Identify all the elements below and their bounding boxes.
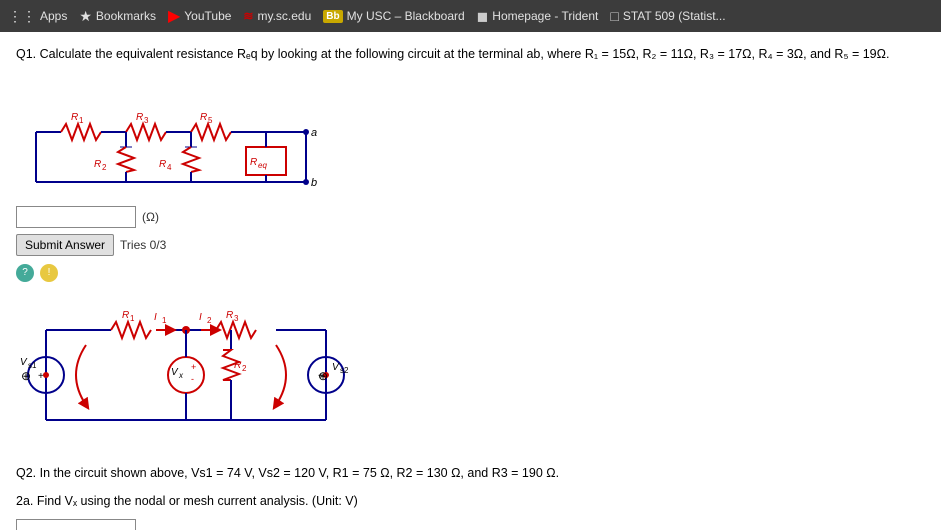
q1-submit-row: Submit Answer Tries 0/3 (16, 234, 925, 256)
svg-text:R: R (250, 157, 257, 168)
svg-text:1: 1 (79, 116, 84, 125)
svg-text:2: 2 (102, 163, 107, 172)
tab-youtube[interactable]: ▶ YouTube (168, 6, 231, 26)
q1-submit-button[interactable]: Submit Answer (16, 234, 114, 256)
svg-text:1: 1 (162, 316, 167, 325)
svg-text:5: 5 (208, 116, 213, 125)
svg-text:R: R (94, 159, 101, 170)
q1-circuit: a b R eq R 1 R 3 R (16, 72, 925, 198)
q1-answer-section: (Ω) (16, 206, 925, 228)
star-icon: ★ (79, 8, 92, 25)
q2-circuit-svg: + V s1 ⊕ + V s2 ⊕ R 1 I 1 I (16, 290, 356, 450)
svg-text:s2: s2 (340, 366, 349, 375)
svg-text:V: V (171, 367, 179, 378)
svg-text:3: 3 (234, 314, 239, 323)
svg-text:I: I (199, 312, 202, 323)
q2-circuit: + V s1 ⊕ + V s2 ⊕ R 1 I 1 I (16, 290, 925, 456)
q1-tries: Tries 0/3 (120, 236, 166, 254)
q2a-answer-input[interactable] (16, 519, 136, 530)
youtube-icon: ▶ (168, 6, 180, 26)
doc-icon-stat: □ (610, 8, 618, 24)
svg-text:4: 4 (167, 163, 172, 172)
q2a-answer-section (16, 519, 925, 530)
svg-text:x: x (178, 371, 184, 380)
svg-text:a: a (311, 127, 317, 139)
svg-text:R: R (122, 310, 129, 321)
svg-text:I: I (154, 312, 157, 323)
sc-icon: ≋ (243, 9, 253, 23)
hint-icon-green[interactable]: ? (16, 264, 34, 282)
svg-text:+: + (191, 362, 196, 372)
tab-bookmarks[interactable]: ★ Bookmarks (79, 8, 156, 25)
svg-text:-: - (191, 374, 194, 384)
svg-text:2: 2 (242, 364, 247, 373)
svg-text:⊕: ⊕ (21, 369, 31, 383)
grid-icon: ⋮⋮ (8, 8, 36, 25)
svg-text:eq: eq (258, 161, 267, 170)
q2-text: Q2. In the circuit shown above, Vs1 = 74… (16, 463, 925, 483)
tab-homepage[interactable]: ◼ Homepage - Trident (477, 8, 599, 25)
browser-toolbar: ⋮⋮ Apps ★ Bookmarks ▶ YouTube ≋ my.sc.ed… (0, 0, 941, 32)
svg-text:R: R (136, 112, 143, 123)
q1-unit: (Ω) (142, 208, 159, 226)
svg-text:⊕: ⊕ (318, 369, 328, 383)
q1-circuit-svg: a b R eq R 1 R 3 R (16, 72, 336, 192)
svg-text:R: R (200, 112, 207, 123)
svg-text:R: R (71, 112, 78, 123)
svg-text:R: R (226, 310, 233, 321)
svg-text:R: R (159, 159, 166, 170)
svg-text:b: b (311, 177, 317, 189)
q1-answer-input[interactable] (16, 206, 136, 228)
q1-text: Q1. Calculate the equivalent resistance … (16, 44, 925, 64)
q1-hint-row: ? ! (16, 264, 925, 282)
tab-blackboard[interactable]: Bb My USC – Blackboard (323, 9, 464, 23)
svg-text:2: 2 (207, 316, 212, 325)
q2a-label: 2a. Find Vₓ using the nodal or mesh curr… (16, 491, 925, 511)
doc-icon-homepage: ◼ (477, 8, 489, 25)
bb-icon: Bb (323, 10, 342, 23)
svg-text:1: 1 (130, 314, 135, 323)
main-content: Q1. Calculate the equivalent resistance … (0, 32, 941, 530)
tab-apps[interactable]: ⋮⋮ Apps (8, 8, 67, 25)
hint-icon-yellow[interactable]: ! (40, 264, 58, 282)
svg-text:+: + (38, 371, 44, 382)
tab-mysc[interactable]: ≋ my.sc.edu (243, 9, 311, 23)
svg-text:3: 3 (144, 116, 149, 125)
svg-text:V: V (20, 357, 28, 368)
tab-stat509[interactable]: □ STAT 509 (Statist... (610, 8, 725, 24)
svg-text:R: R (234, 360, 241, 371)
